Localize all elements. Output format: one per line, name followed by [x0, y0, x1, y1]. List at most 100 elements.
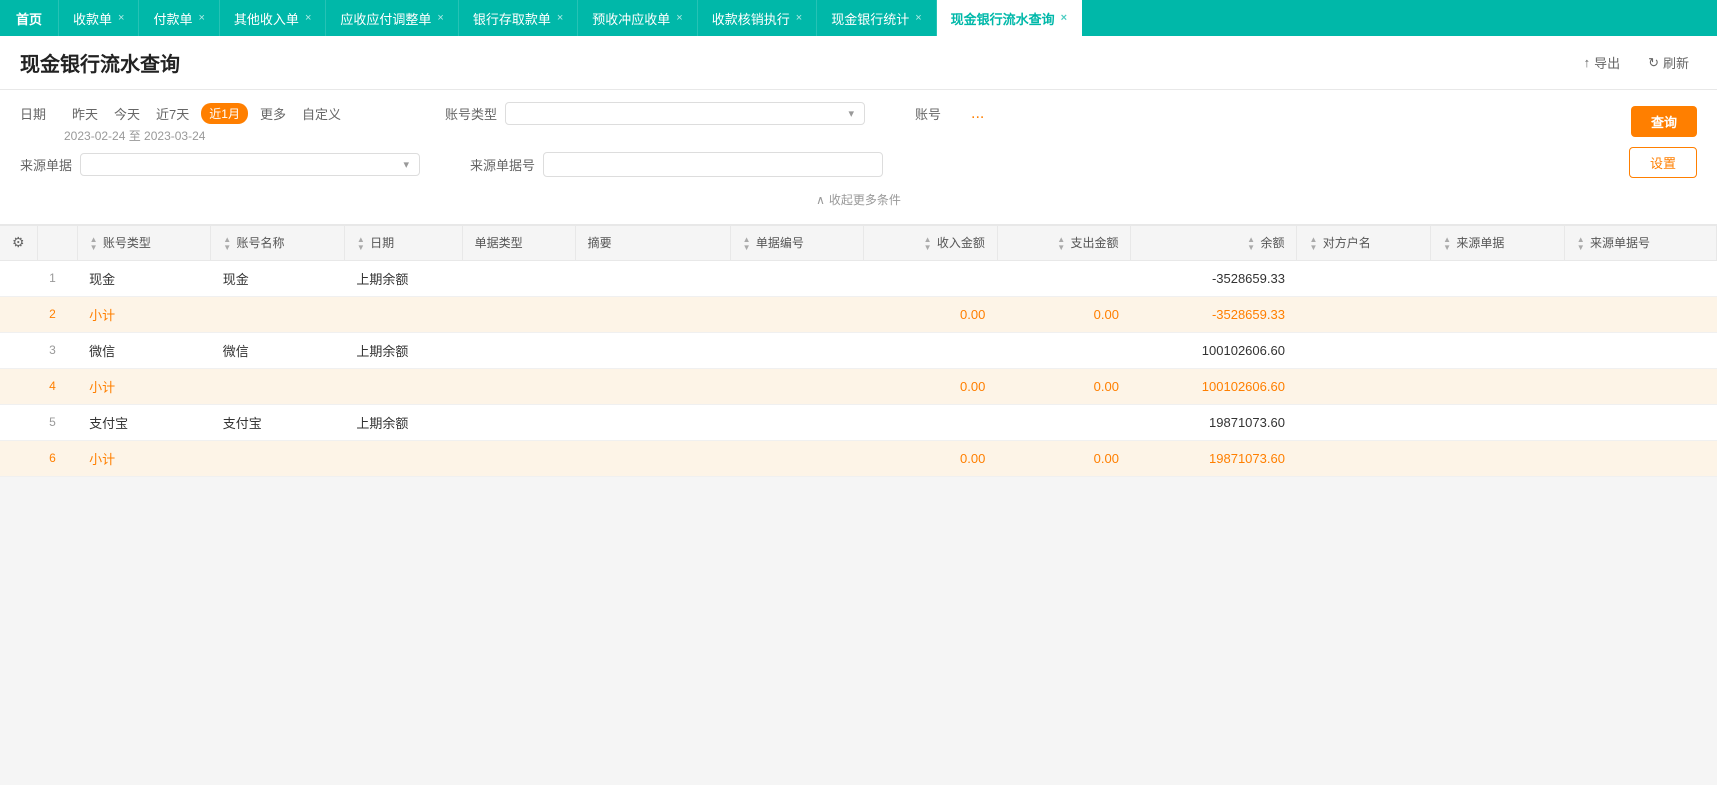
header-actions: ↑ 导出 ↻ 刷新 [1576, 49, 1697, 76]
cell-income [864, 332, 998, 368]
account-type-select[interactable]: ▾ [505, 102, 865, 125]
nav-other-income[interactable]: 其他收入单 × [220, 0, 326, 36]
cell-doc-no [730, 440, 864, 476]
th-expense[interactable]: ▲▼ 支出金额 [997, 226, 1131, 261]
filter-row-2: 来源单据 ▾ 来源单据号 [20, 152, 1617, 177]
nav-cash-flow-query[interactable]: 现金银行流水查询 × [937, 0, 1082, 36]
shortcut-more[interactable]: 更多 [256, 102, 290, 125]
page-header: 现金银行流水查询 ↑ 导出 ↻ 刷新 [0, 36, 1717, 90]
source-doc-no-label: 来源单据号 [470, 155, 535, 174]
cell-income: 0.00 [864, 440, 998, 476]
cell-expense [997, 332, 1131, 368]
th-income[interactable]: ▲▼ 收入金额 [864, 226, 998, 261]
cell-account-type: 小计 [77, 296, 211, 332]
cell-gear [0, 404, 37, 440]
cell-source-doc [1431, 404, 1565, 440]
shortcut-yesterday[interactable]: 昨天 [68, 102, 102, 125]
shortcut-7days[interactable]: 近7天 [152, 102, 193, 125]
cell-source-doc [1431, 260, 1565, 296]
cell-doc-type [462, 440, 575, 476]
source-doc-no-block: 来源单据号 [470, 152, 883, 177]
filter-row-1: 日期 昨天 今天 近7天 近1月 更多 自定义 账号类型 ▾ [20, 102, 1617, 125]
cell-source-doc [1431, 368, 1565, 404]
cell-row-num: 6 [37, 440, 77, 476]
cell-account-type: 现金 [77, 260, 211, 296]
cell-date: 上期余额 [344, 404, 462, 440]
close-icon[interactable]: × [118, 12, 124, 24]
source-doc-label: 来源单据 [20, 155, 72, 174]
sort-arrows: ▲▼ [924, 236, 932, 252]
nav-advance[interactable]: 预收冲应收单 × [578, 0, 697, 36]
th-date[interactable]: ▲▼ 日期 [344, 226, 462, 261]
cell-source-doc [1431, 332, 1565, 368]
cell-date: 上期余额 [344, 260, 462, 296]
nav-payment[interactable]: 付款单 × [139, 0, 219, 36]
cell-balance: 19871073.60 [1131, 440, 1297, 476]
th-account-name[interactable]: ▲▼ 账号名称 [211, 226, 345, 261]
source-doc-select[interactable]: ▾ [80, 153, 420, 176]
table-row: 2小计0.000.00-3528659.33 [0, 296, 1717, 332]
cell-account-name [211, 296, 345, 332]
nav-cash-stats[interactable]: 现金银行统计 × [817, 0, 936, 36]
shortcut-custom[interactable]: 自定义 [298, 102, 345, 125]
shortcut-1month[interactable]: 近1月 [201, 103, 248, 124]
cell-account-name: 微信 [211, 332, 345, 368]
account-type-block: 账号类型 ▾ [445, 102, 865, 125]
th-balance[interactable]: ▲▼ 余额 [1131, 226, 1297, 261]
cell-balance: -3528659.33 [1131, 260, 1297, 296]
close-icon[interactable]: × [1061, 12, 1067, 24]
th-gear[interactable]: ⚙ [0, 226, 37, 261]
refresh-button[interactable]: ↻ 刷新 [1640, 49, 1697, 76]
close-icon[interactable]: × [676, 12, 682, 24]
cell-expense [997, 404, 1131, 440]
cell-source-doc-no [1564, 332, 1716, 368]
cell-doc-no [730, 296, 864, 332]
chevron-down-icon: ▾ [403, 158, 409, 171]
close-icon[interactable]: × [305, 12, 311, 24]
cell-expense: 0.00 [997, 440, 1131, 476]
cell-expense: 0.00 [997, 368, 1131, 404]
th-source-doc-no[interactable]: ▲▼ 来源单据号 [1564, 226, 1716, 261]
cell-source-doc-no [1564, 440, 1716, 476]
close-icon[interactable]: × [198, 12, 204, 24]
account-dots-button[interactable]: ... [963, 105, 992, 123]
collapse-button[interactable]: ∧ 收起更多条件 [816, 191, 901, 208]
date-shortcuts: 昨天 今天 近7天 近1月 更多 自定义 [68, 102, 345, 125]
table-row: 4小计0.000.00100102606.60 [0, 368, 1717, 404]
cell-balance: -3528659.33 [1131, 296, 1297, 332]
source-doc-no-input[interactable] [543, 152, 883, 177]
th-account-type[interactable]: ▲▼ 账号类型 [77, 226, 211, 261]
th-source-doc[interactable]: ▲▼ 来源单据 [1431, 226, 1565, 261]
query-button[interactable]: 查询 [1631, 106, 1697, 137]
nav-bank-deposit[interactable]: 银行存取款单 × [459, 0, 578, 36]
page-title: 现金银行流水查询 [20, 48, 180, 77]
cell-doc-type [462, 260, 575, 296]
cell-account-type: 小计 [77, 368, 211, 404]
cell-balance: 19871073.60 [1131, 404, 1297, 440]
cell-income: 0.00 [864, 296, 998, 332]
th-doc-no[interactable]: ▲▼ 单据编号 [730, 226, 864, 261]
th-summary: 摘要 [575, 226, 730, 261]
cell-row-num: 3 [37, 332, 77, 368]
cell-gear [0, 296, 37, 332]
settings-button[interactable]: 设置 [1629, 147, 1697, 178]
cell-row-num: 2 [37, 296, 77, 332]
cell-gear [0, 260, 37, 296]
nav-home[interactable]: 首页 [4, 0, 59, 36]
nav-receipt[interactable]: 收款单 × [59, 0, 139, 36]
top-navigation: 首页 收款单 × 付款单 × 其他收入单 × 应收应付调整单 × 银行存取款单 … [0, 0, 1717, 36]
nav-adjust[interactable]: 应收应付调整单 × [326, 0, 458, 36]
sort-arrows: ▲▼ [90, 236, 98, 252]
th-counterpart[interactable]: ▲▼ 对方户名 [1297, 226, 1431, 261]
sort-arrows: ▲▼ [743, 236, 751, 252]
close-icon[interactable]: × [796, 12, 802, 24]
close-icon[interactable]: × [557, 12, 563, 24]
nav-verify[interactable]: 收款核销执行 × [698, 0, 817, 36]
close-icon[interactable]: × [437, 12, 443, 24]
cell-doc-type [462, 404, 575, 440]
export-button[interactable]: ↑ 导出 [1576, 49, 1629, 76]
shortcut-today[interactable]: 今天 [110, 102, 144, 125]
cell-counterpart [1297, 404, 1431, 440]
cell-gear [0, 368, 37, 404]
close-icon[interactable]: × [915, 12, 921, 24]
